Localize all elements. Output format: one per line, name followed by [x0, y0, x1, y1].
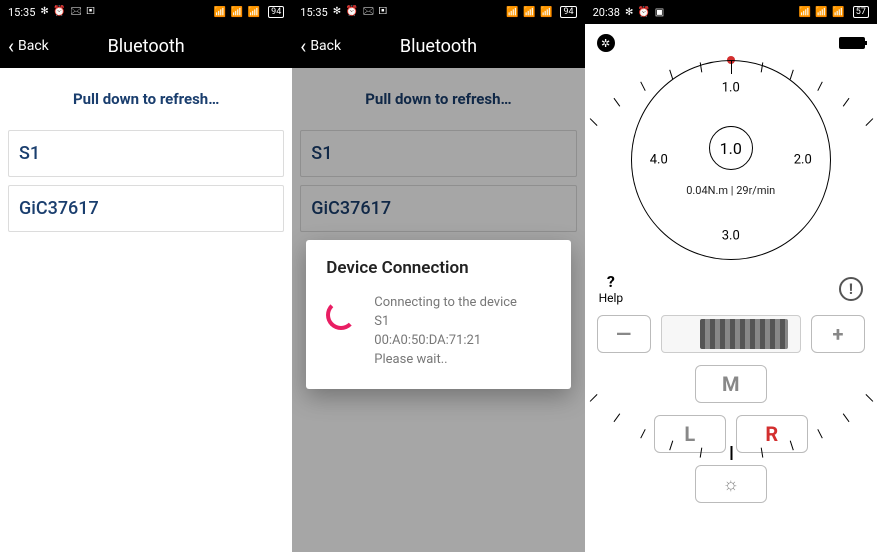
battery-indicator: 57 — [853, 6, 869, 18]
back-button[interactable]: ‹ Back — [8, 36, 49, 56]
back-label: Back — [310, 38, 341, 54]
help-icon: ? — [599, 272, 624, 291]
device-list-item[interactable]: GiC37617 — [300, 185, 576, 232]
chevron-left-icon: ‹ — [300, 36, 306, 56]
back-button[interactable]: ‹ Back — [300, 36, 341, 56]
battery-indicator: 94 — [560, 6, 576, 18]
gauge-label-4: 4.0 — [650, 153, 668, 168]
status-bar: 15:35 ✻ ⏰ 🖂 ▣ 📶 📶 📶 94 — [292, 0, 584, 24]
status-time: 20:38 — [593, 6, 620, 19]
status-icons-left: ✻ ⏰ ▣ — [625, 7, 665, 18]
help-label: Help — [599, 291, 624, 305]
settings-button[interactable]: ☼ — [695, 465, 767, 503]
status-icons-left: ✻ ⏰ 🖂 ▣ — [40, 4, 95, 21]
device-list-item[interactable]: GiC37617 — [8, 185, 284, 232]
status-icons-left: ✻ ⏰ 🖂 ▣ — [333, 4, 388, 21]
warning-icon[interactable]: ! — [839, 277, 863, 301]
direction-l-button[interactable]: L — [654, 415, 726, 453]
minus-button[interactable]: — — [597, 315, 651, 353]
status-time: 15:35 — [8, 6, 35, 19]
status-icons-right: 📶 📶 📶 — [214, 7, 261, 18]
nav-bar: ‹ Back Bluetooth — [292, 24, 584, 68]
slider-handle[interactable] — [700, 319, 788, 349]
bluetooth-icon: ✲ — [597, 34, 615, 52]
device-list-item[interactable]: S1 — [300, 130, 576, 177]
page-title: Bluetooth — [108, 36, 185, 57]
gauge-label-1: 1.0 — [722, 81, 740, 96]
status-bar: 15:35 ✻ ⏰ 🖂 ▣ 📶 📶 📶 94 — [0, 0, 292, 24]
help-button[interactable]: ? Help — [599, 272, 624, 305]
gauge-label-3: 3.0 — [722, 229, 740, 244]
back-label: Back — [18, 38, 49, 54]
chevron-left-icon: ‹ — [8, 36, 14, 56]
status-bar: 20:38 ✻ ⏰ ▣ 📶 📶 📶 57 — [585, 0, 877, 24]
plus-button[interactable]: + — [811, 315, 865, 353]
gauge-reading: 0.04N.m | 29r/min — [686, 184, 775, 197]
torque-slider[interactable] — [661, 315, 801, 353]
status-time: 15:35 — [300, 6, 327, 19]
battery-full-icon — [839, 37, 865, 49]
device-list-item[interactable]: S1 — [8, 130, 284, 177]
gauge-label-2: 2.0 — [794, 153, 812, 168]
gauge-center-value: 1.0 — [709, 126, 753, 170]
torque-gauge: 1.0 2.0 3.0 4.0 1.0 0.04N.m | 29r/min — [631, 60, 831, 260]
status-icons-right: 📶 📶 📶 — [506, 7, 553, 18]
direction-r-button[interactable]: R — [736, 415, 808, 453]
dialog-message: Connecting to the device S1 00:A0:50:DA:… — [374, 294, 517, 369]
battery-indicator: 94 — [268, 6, 284, 18]
nav-bar: ‹ Back Bluetooth — [0, 24, 292, 68]
pull-refresh-hint: Pull down to refresh… — [8, 90, 284, 108]
gear-icon: ☼ — [722, 474, 739, 495]
connection-dialog: Device Connection Connecting to the devi… — [306, 240, 570, 389]
pull-refresh-hint: Pull down to refresh… — [300, 90, 576, 108]
status-icons-right: 📶 📶 📶 — [798, 7, 845, 18]
spinner-icon — [326, 300, 356, 330]
dialog-title: Device Connection — [326, 258, 550, 278]
page-title: Bluetooth — [400, 36, 477, 57]
mode-m-button[interactable]: M — [695, 365, 767, 403]
